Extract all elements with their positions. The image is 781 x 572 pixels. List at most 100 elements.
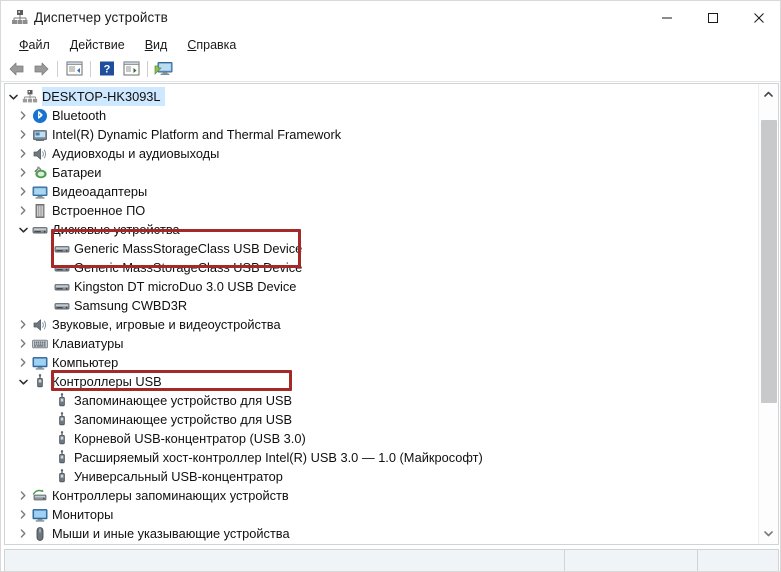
expander-down[interactable] — [15, 372, 31, 391]
vertical-scrollbar[interactable] — [758, 84, 778, 544]
tree-row-label: Звуковые, игровые и видеоустройства — [52, 317, 281, 332]
menu-item-3[interactable]: Справка — [177, 34, 246, 56]
expander-right[interactable] — [15, 125, 31, 144]
help-button[interactable]: ? — [95, 58, 119, 80]
expander-right[interactable] — [15, 106, 31, 125]
tree-row[interactable]: Универсальный USB-концентратор — [5, 467, 287, 486]
monitor-icon — [32, 356, 48, 370]
tree-row[interactable]: DESKTOP-HK3093L — [5, 87, 165, 106]
usb-icon — [53, 467, 71, 486]
tree-row[interactable]: Батареи — [5, 163, 105, 182]
back-button[interactable] — [5, 58, 29, 80]
expander-right[interactable] — [15, 201, 31, 220]
scroll-up-button[interactable] — [759, 85, 778, 103]
forward-button[interactable] — [29, 58, 53, 80]
tree-row[interactable]: Расширяемый хост-контроллер Intel(R) USB… — [5, 448, 487, 467]
chevron-right-icon — [20, 491, 26, 500]
printer-icon — [31, 543, 49, 544]
usb-icon — [53, 448, 71, 467]
expander-right[interactable] — [15, 182, 31, 201]
scrollbar-thumb[interactable] — [761, 119, 777, 403]
tree-row-label: Батареи — [52, 165, 102, 180]
scroll-down-button[interactable] — [759, 525, 778, 543]
tree-row[interactable]: Звуковые, игровые и видеоустройства — [5, 315, 285, 334]
tree-row-label: Samsung CWBD3R — [74, 298, 188, 313]
expander-right[interactable] — [15, 486, 31, 505]
tree-row[interactable]: Видеоадаптеры — [5, 182, 151, 201]
scan-hardware-button[interactable] — [152, 58, 176, 80]
chevron-down-icon — [8, 94, 18, 100]
expander-down[interactable] — [15, 220, 31, 239]
tree-row[interactable]: Контроллеры запоминающих устройств — [5, 486, 293, 505]
tree-row[interactable]: Компьютер — [5, 353, 122, 372]
battery-icon — [31, 163, 49, 182]
close-button[interactable] — [736, 1, 780, 34]
menu-label-rest: ид — [153, 38, 168, 52]
disk-drive-icon — [54, 302, 70, 309]
toolbar-separator — [57, 60, 58, 77]
minimize-button[interactable] — [644, 1, 690, 34]
tree-row-label: Очереди печати — [52, 543, 152, 544]
expander-right[interactable] — [15, 163, 31, 182]
update-driver-button[interactable] — [119, 58, 143, 80]
menu-item-1[interactable]: Действие — [60, 34, 135, 56]
tree-row[interactable]: Контроллеры USB — [5, 372, 166, 391]
computer-root-icon — [21, 87, 39, 106]
chevron-right-icon — [20, 510, 26, 519]
chevron-right-icon — [20, 187, 26, 196]
tree-row[interactable]: Клавиатуры — [5, 334, 127, 353]
tree-row[interactable]: Запоминающее устройство для USB — [5, 391, 296, 410]
speaker-icon — [31, 144, 49, 163]
tree-row[interactable]: Мыши и иные указывающие устройства — [5, 524, 294, 543]
tree-row[interactable]: Корневой USB-концентратор (USB 3.0) — [5, 429, 310, 448]
menu-item-2[interactable]: Вид — [135, 34, 178, 56]
tree-row[interactable]: Generic MassStorageClass USB Device — [5, 239, 306, 258]
chevron-right-icon — [20, 320, 26, 329]
back-icon — [9, 62, 24, 75]
computer-root-icon — [22, 89, 38, 102]
maximize-button[interactable] — [690, 1, 736, 34]
expander-down[interactable] — [5, 87, 21, 106]
tree-row-label: Kingston DT microDuo 3.0 USB Device — [74, 279, 297, 294]
chevron-right-icon — [20, 529, 26, 538]
menu-accel-letter: Ф — [19, 38, 29, 52]
expander-right[interactable] — [15, 543, 31, 544]
device-tree[interactable]: DESKTOP-HK3093L Bluetooth Intel(R) Dynamic… — [5, 84, 757, 544]
expander-right[interactable] — [15, 353, 31, 372]
speaker-icon — [33, 147, 47, 160]
chevron-down-icon — [18, 379, 28, 385]
disk-drive-icon — [53, 239, 71, 258]
properties-button[interactable] — [62, 58, 86, 80]
tree-row-label: Запоминающее устройство для USB — [74, 393, 293, 408]
tree-row[interactable]: Мониторы — [5, 505, 117, 524]
device-tree-panel: DESKTOP-HK3093L Bluetooth Intel(R) Dynamic… — [4, 83, 779, 545]
tree-row[interactable]: Bluetooth — [5, 106, 110, 125]
tree-row-label: Универсальный USB-концентратор — [74, 469, 283, 484]
expander-right[interactable] — [15, 524, 31, 543]
expander-placeholder — [37, 239, 53, 258]
expander-right[interactable] — [15, 505, 31, 524]
tree-row[interactable]: Kingston DT microDuo 3.0 USB Device — [5, 277, 300, 296]
expander-right[interactable] — [15, 315, 31, 334]
tree-row[interactable]: Аудиовходы и аудиовыходы — [5, 144, 223, 163]
expander-right[interactable] — [15, 334, 31, 353]
tree-row[interactable]: Запоминающее устройство для USB — [5, 410, 296, 429]
usb-icon — [31, 372, 49, 391]
tree-row[interactable]: Дисковые устройства — [5, 220, 184, 239]
tree-row[interactable]: Generic MassStorageClass USB Device — [5, 258, 306, 277]
tree-row[interactable]: Встроенное ПО — [5, 201, 149, 220]
tree-row-label: Расширяемый хост-контроллер Intel(R) USB… — [74, 450, 483, 465]
tree-row[interactable]: Intel(R) Dynamic Platform and Thermal Fr… — [5, 125, 345, 144]
expander-right[interactable] — [15, 144, 31, 163]
tree-row[interactable]: Очереди печати — [5, 543, 152, 544]
help-icon: ? — [100, 61, 114, 76]
expander-placeholder — [37, 296, 53, 315]
tree-row[interactable]: Samsung CWBD3R — [5, 296, 191, 315]
menu-item-0[interactable]: Файл — [9, 34, 60, 56]
minimize-icon — [662, 17, 672, 18]
keyboard-icon — [31, 334, 49, 353]
chevron-right-icon — [20, 130, 26, 139]
tree-row-label: Встроенное ПО — [52, 203, 146, 218]
tree-row-label: Корневой USB-концентратор (USB 3.0) — [74, 431, 306, 446]
menu-label-rest: айл — [28, 38, 50, 52]
